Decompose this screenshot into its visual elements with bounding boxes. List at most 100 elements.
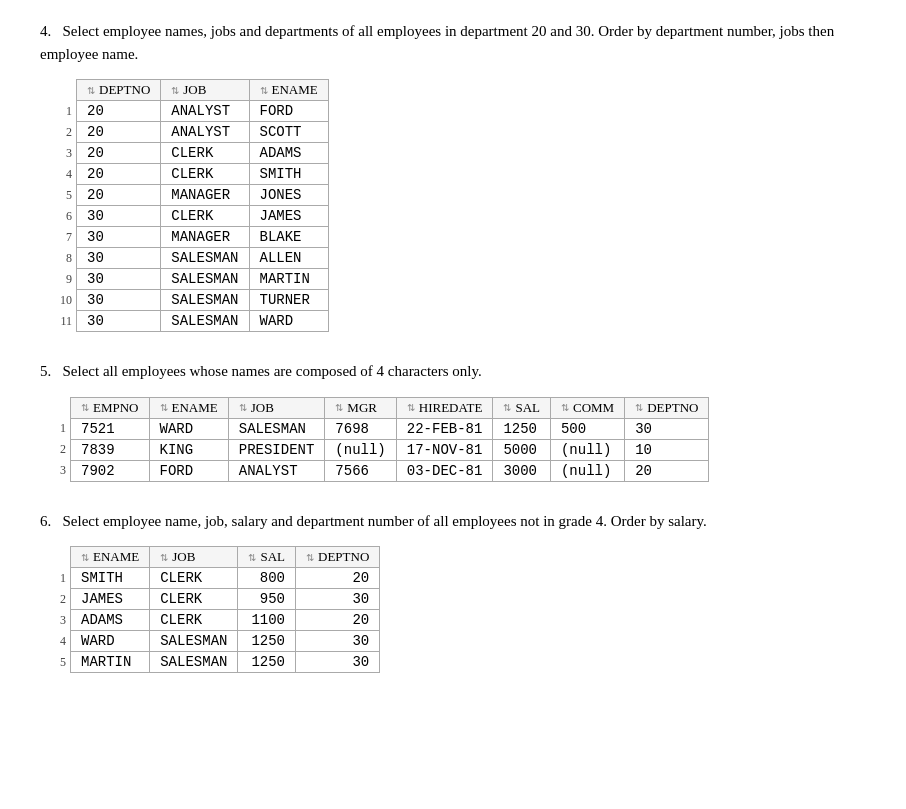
cell-job: CLERK	[161, 206, 249, 227]
cell-job: PRESIDENT	[228, 439, 325, 460]
table-row: 6 30 CLERK JAMES	[50, 206, 328, 227]
sort-icon-sal6: ⇅	[248, 552, 256, 563]
cell-ename: ALLEN	[249, 248, 328, 269]
col-sal[interactable]: ⇅SAL	[493, 397, 551, 418]
cell-sal: 5000	[493, 439, 551, 460]
cell-deptno: 20	[77, 101, 161, 122]
cell-comm: 500	[550, 418, 624, 439]
table-row: 3 7902 FORD ANALYST 7566 03-DEC-81 3000 …	[50, 460, 709, 481]
cell-deptno: 30	[77, 227, 161, 248]
cell-job: ANALYST	[161, 101, 249, 122]
cell-deptno: 30	[625, 418, 709, 439]
table-row: 2 7839 KING PRESIDENT (null) 17-NOV-81 5…	[50, 439, 709, 460]
table-row: 8 30 SALESMAN ALLEN	[50, 248, 328, 269]
cell-job: SALESMAN	[161, 290, 249, 311]
table-row: 1 SMITH CLERK 800 20	[50, 568, 380, 589]
cell-ename: BLAKE	[249, 227, 328, 248]
cell-job: CLERK	[161, 143, 249, 164]
question-4-number: 4.	[40, 23, 51, 39]
cell-deptno: 30	[296, 652, 380, 673]
question-4: 4. Select employee names, jobs and depar…	[40, 20, 866, 332]
row-number: 10	[50, 290, 77, 311]
cell-ename: WARD	[149, 418, 228, 439]
col-sal6[interactable]: ⇅SAL	[238, 547, 296, 568]
table-row: 10 30 SALESMAN TURNER	[50, 290, 328, 311]
cell-comm: (null)	[550, 439, 624, 460]
row-number: 4	[50, 631, 71, 652]
col-empno[interactable]: ⇅EMPNO	[71, 397, 150, 418]
cell-ename: MARTIN	[249, 269, 328, 290]
cell-deptno: 20	[77, 164, 161, 185]
col-comm[interactable]: ⇅COMM	[550, 397, 624, 418]
row-number: 3	[50, 610, 71, 631]
sort-icon-job5: ⇅	[239, 402, 247, 413]
cell-ename: FORD	[249, 101, 328, 122]
cell-deptno: 30	[296, 589, 380, 610]
cell-hiredate: 17-NOV-81	[396, 439, 493, 460]
cell-job: SALESMAN	[161, 269, 249, 290]
row-number: 1	[50, 418, 71, 439]
cell-deptno: 20	[77, 122, 161, 143]
cell-ename: TURNER	[249, 290, 328, 311]
col-job[interactable]: ⇅ JOB	[161, 80, 249, 101]
sort-icon-sal: ⇅	[503, 402, 511, 413]
col-ename[interactable]: ⇅ ENAME	[249, 80, 328, 101]
table-row: 1 20 ANALYST FORD	[50, 101, 328, 122]
row-number: 8	[50, 248, 77, 269]
cell-deptno: 10	[625, 439, 709, 460]
table-row: 3 ADAMS CLERK 1100 20	[50, 610, 380, 631]
cell-comm: (null)	[550, 460, 624, 481]
row-number: 3	[50, 143, 77, 164]
col-job5[interactable]: ⇅JOB	[228, 397, 325, 418]
col-mgr[interactable]: ⇅MGR	[325, 397, 396, 418]
cell-empno: 7839	[71, 439, 150, 460]
cell-empno: 7521	[71, 418, 150, 439]
col-ename5[interactable]: ⇅ENAME	[149, 397, 228, 418]
row-number: 6	[50, 206, 77, 227]
col-deptno6[interactable]: ⇅DEPTNO	[296, 547, 380, 568]
cell-sal: 3000	[493, 460, 551, 481]
cell-empno: 7902	[71, 460, 150, 481]
sort-icon-empno: ⇅	[81, 402, 89, 413]
cell-sal: 950	[238, 589, 296, 610]
cell-ename: SCOTT	[249, 122, 328, 143]
cell-job: SALESMAN	[161, 311, 249, 332]
cell-sal: 1250	[238, 631, 296, 652]
table-row: 5 20 MANAGER JONES	[50, 185, 328, 206]
cell-mgr: 7566	[325, 460, 396, 481]
cell-job: SALESMAN	[150, 631, 238, 652]
cell-deptno: 20	[625, 460, 709, 481]
cell-job: MANAGER	[161, 185, 249, 206]
question-6-number: 6.	[40, 513, 51, 529]
table-row: 7 30 MANAGER BLAKE	[50, 227, 328, 248]
cell-job: ANALYST	[161, 122, 249, 143]
col-deptno[interactable]: ⇅ DEPTNO	[77, 80, 161, 101]
cell-mgr: 7698	[325, 418, 396, 439]
cell-ename: FORD	[149, 460, 228, 481]
col-job6[interactable]: ⇅JOB	[150, 547, 238, 568]
sort-icon-ename5: ⇅	[160, 402, 168, 413]
row-number: 1	[50, 568, 71, 589]
cell-ename: ADAMS	[71, 610, 150, 631]
sort-icon-ename6: ⇅	[81, 552, 89, 563]
col-hiredate[interactable]: ⇅HIREDATE	[396, 397, 493, 418]
table-q4: ⇅ DEPTNO ⇅ JOB ⇅ ENAME	[50, 79, 329, 332]
row-number: 1	[50, 101, 77, 122]
sort-icon-deptno: ⇅	[87, 85, 95, 96]
cell-sal: 1250	[238, 652, 296, 673]
col-deptno5[interactable]: ⇅DEPTNO	[625, 397, 709, 418]
row-number: 5	[50, 185, 77, 206]
cell-deptno: 20	[77, 185, 161, 206]
cell-job: CLERK	[150, 610, 238, 631]
question-6-body: Select employee name, job, salary and de…	[63, 513, 707, 529]
row-number: 11	[50, 311, 77, 332]
sort-icon-deptno6: ⇅	[306, 552, 314, 563]
question-4-body: Select employee names, jobs and departme…	[40, 23, 834, 62]
question-6: 6. Select employee name, job, salary and…	[40, 510, 866, 674]
cell-deptno: 30	[77, 269, 161, 290]
cell-job: MANAGER	[161, 227, 249, 248]
col-ename6[interactable]: ⇅ENAME	[71, 547, 150, 568]
cell-deptno: 30	[77, 290, 161, 311]
table-q6: ⇅ENAME ⇅JOB ⇅SAL ⇅DEPTNO 1 SMITH CLERK 8…	[50, 546, 380, 673]
question-5-number: 5.	[40, 363, 51, 379]
